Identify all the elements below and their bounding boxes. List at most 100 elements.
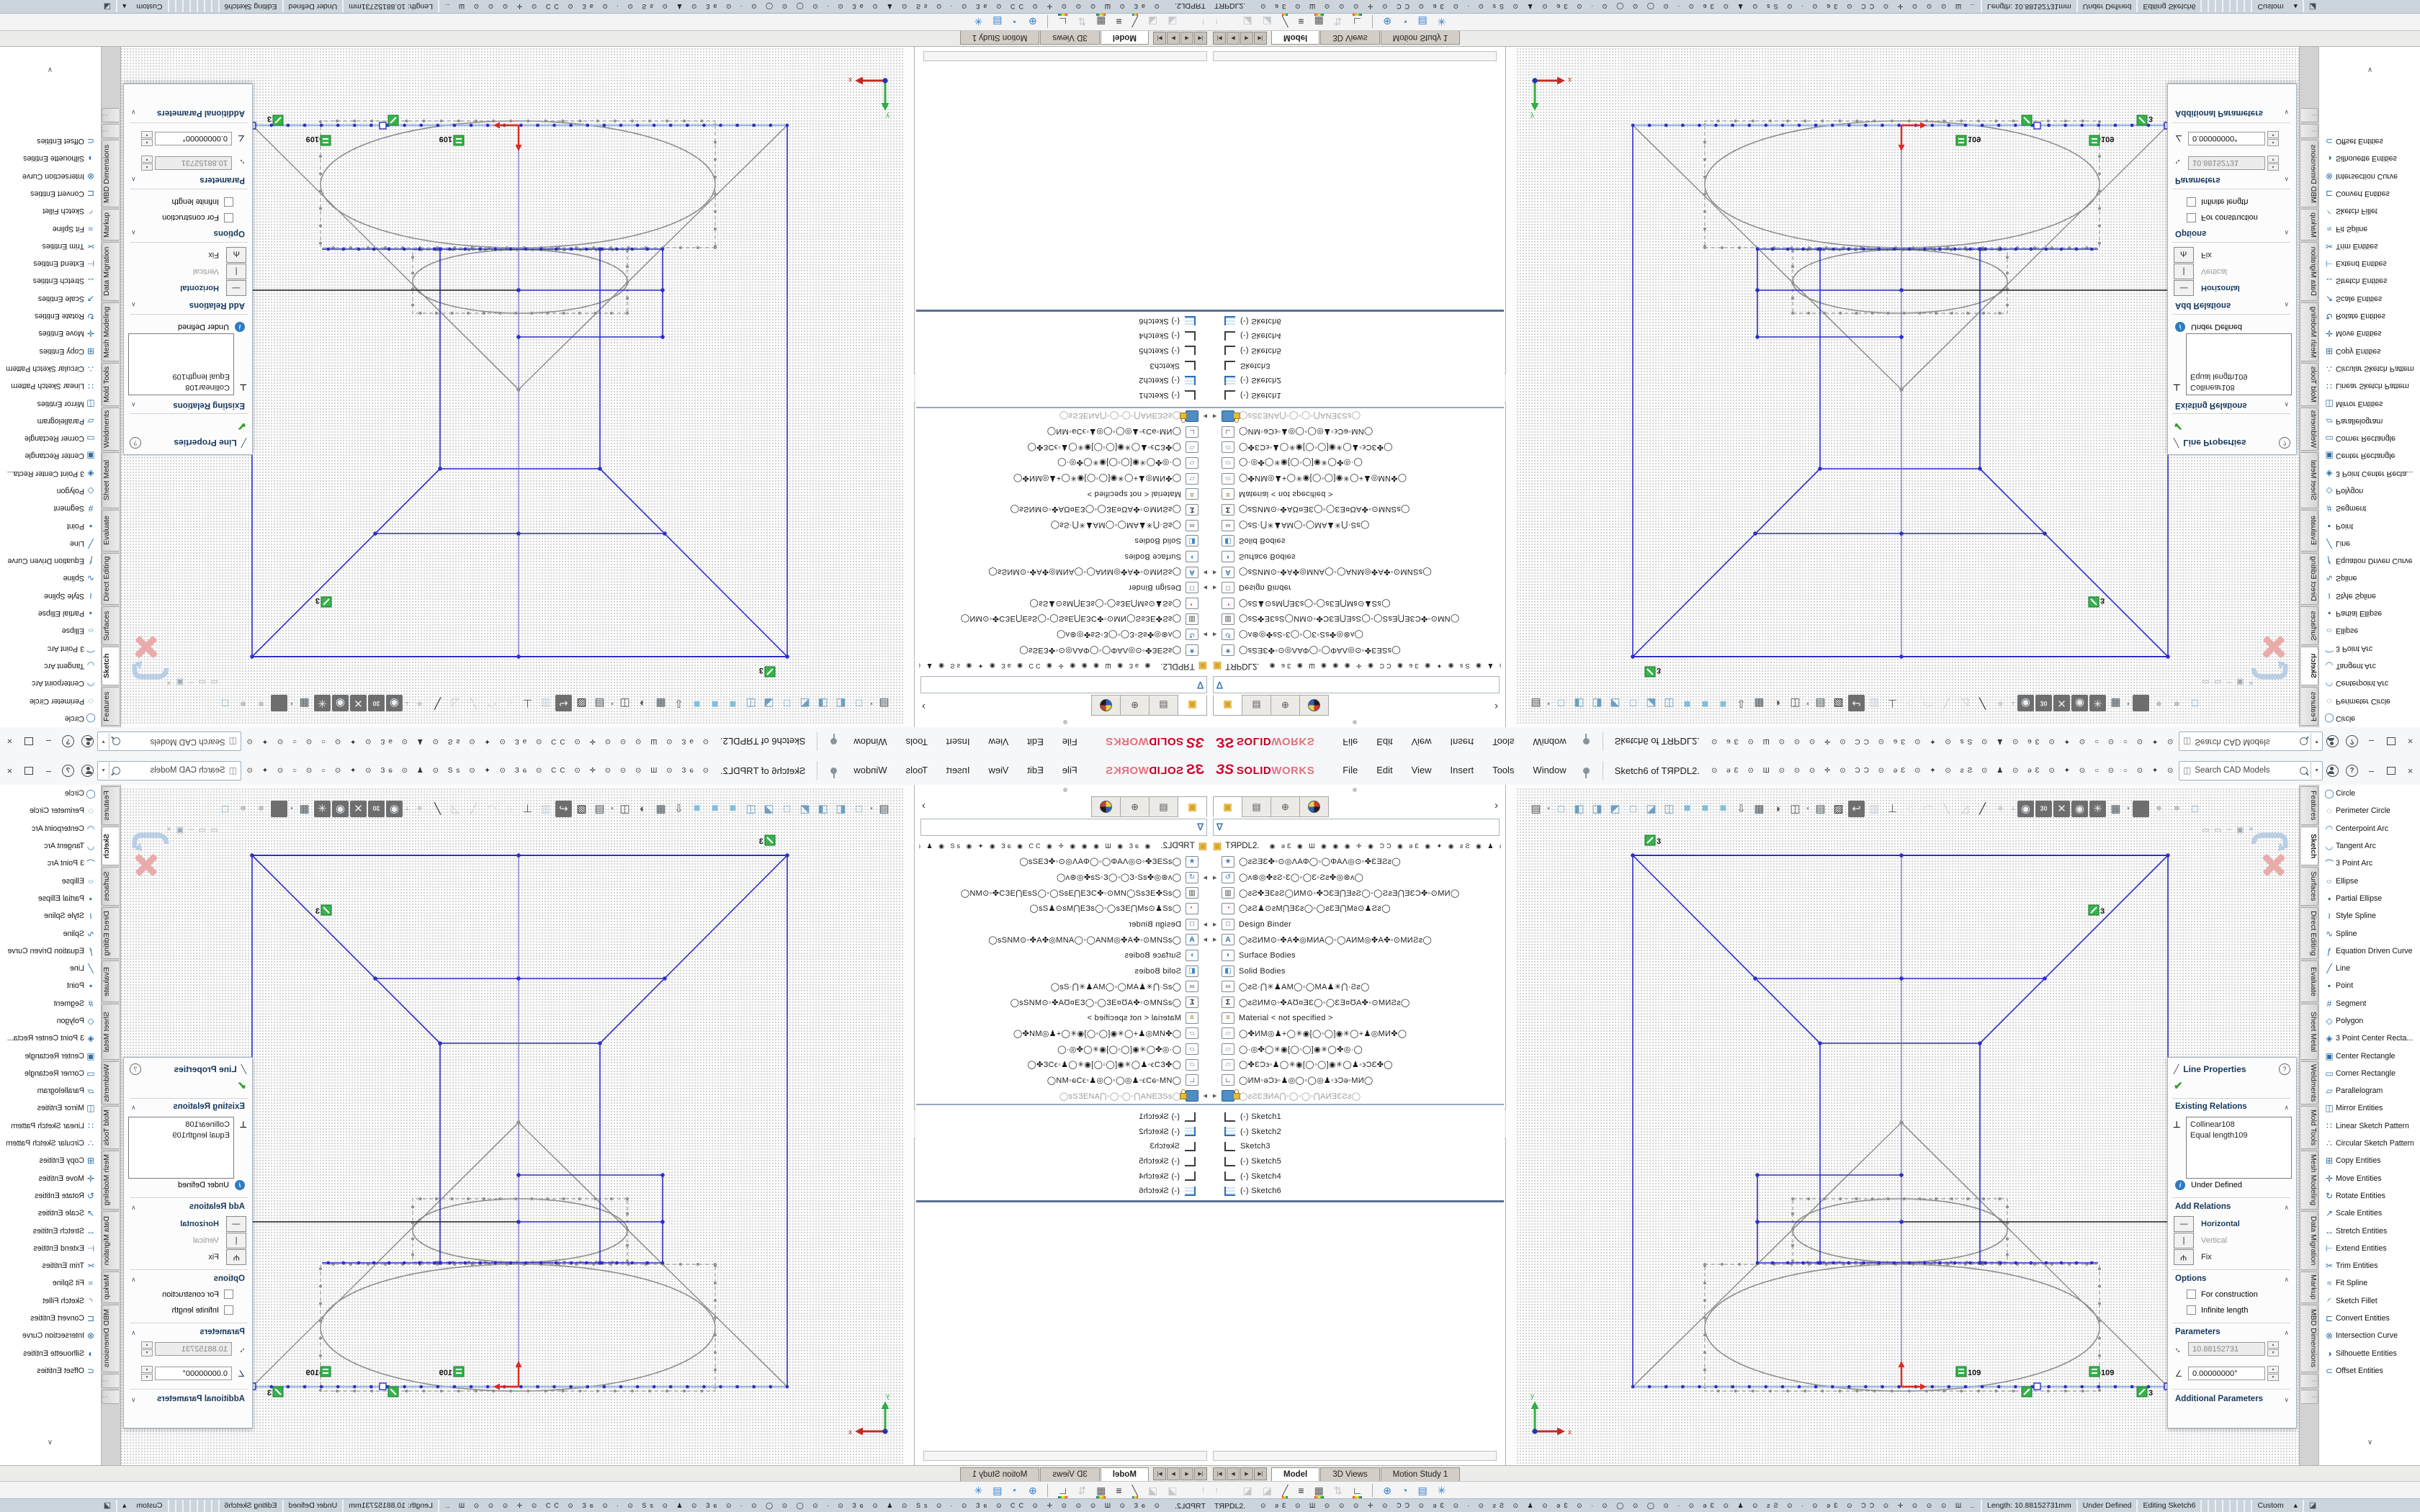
relations-listbox[interactable]: Collinear108 Equal length109 [128, 333, 234, 395]
motion-toolbar-icon[interactable]: ✳ [974, 16, 983, 29]
help-icon[interactable]: ? [130, 1063, 141, 1075]
tool-item[interactable]: # Segment [2319, 500, 2420, 517]
tool-item[interactable]: ◈ 3 Point Center Recta... [2319, 1030, 2420, 1047]
sketch-row[interactable]: (-) Sketch5 [916, 1154, 1210, 1169]
commandmanager-tab[interactable]: Mold Tools [2301, 1106, 2318, 1149]
tree-filter-box[interactable]: ∇ [920, 676, 1207, 693]
tab-configurationmanager[interactable]: ⊕ [1120, 796, 1150, 817]
tool-item[interactable]: ◫ Mirror Entities [2319, 395, 2420, 412]
tree-row[interactable]: Σ ◯ƨƧИМ⊙◦✤ΑƱ¤ƎƐ◯◦◯ƐƎ¤ƱΑ✤◦⊙МИƧƨ◯ [1210, 994, 1504, 1010]
tree-row[interactable]: ▶ ↺ ◯ʌ⊛◎✤ƨƧ◦Ɛ◯◦◯Ɛ◦Ƨƨ✤◎⊛ʌ◯ [916, 870, 1210, 886]
tree-horizontal-scrollbar[interactable] [1213, 51, 1497, 61]
commandmanager-tab[interactable]: Evaluate [102, 960, 119, 1002]
tab-propertymanager[interactable]: ▤ [1149, 695, 1178, 716]
tree-row[interactable]: ◧ Solid Bodies [916, 534, 1210, 549]
minimize-button[interactable]: – [39, 732, 58, 752]
tool-item[interactable]: ▱ Parallelogram [2319, 413, 2420, 430]
tool-item[interactable]: ◑ Silhouette Entities [2319, 1345, 2420, 1362]
tool-item[interactable]: ✂ Trim Entities [0, 1257, 101, 1274]
tree-row[interactable]: ∞ ◯ƨƧ·⋂✳♟ΑМ◯◦◯МΑ♟✳⋂·Ƨƨ◯ [1210, 979, 1504, 995]
rollback-bar[interactable] [1210, 1200, 1504, 1202]
tool-item[interactable]: ƒ Equation Driven Curve [2319, 552, 2420, 570]
tree-row[interactable]: ≡ Material < not specified > [916, 1010, 1210, 1026]
motion-toolbar-icon[interactable]: ╱ [1282, 16, 1288, 29]
tool-item[interactable]: ◡ Tangent Arc [0, 657, 101, 675]
tree-row[interactable]: ▶ □ Design Binder [1210, 917, 1504, 932]
existing-relations-header[interactable]: Existing Relations [173, 1102, 245, 1111]
more-tools-chevron[interactable]: ∨ [2319, 67, 2420, 72]
relations-listbox[interactable]: Collinear108 Equal length109 [2186, 1117, 2292, 1179]
vertical-relation-button[interactable]: | [2174, 264, 2194, 279]
ok-checkmark-icon[interactable]: ✔ [237, 1079, 246, 1092]
motion-toolbar-icon[interactable]: ⊕ [1028, 1484, 1037, 1497]
motion-toolbar-icon[interactable] [1372, 1484, 1373, 1497]
tree-row[interactable]: ▱ ◯✤ƐƆ϶◦♟◯✳◉[◯◦◯]◉✳◯♟◦϶ƆƐ✤◯ [916, 439, 1210, 455]
tool-item[interactable]: ⊂ Offset Entities [0, 132, 101, 150]
commandmanager-tab[interactable]: Markup [102, 209, 119, 240]
tree-row[interactable]: ▥ ◯ƨƧ✤ƎƐƨƧ◯ИМ⊙◦✤ƆƐƎ⋂ƎƨƧ◯◦◯ƧƨƎ⋂ƎƐƆ✤◦⊙МИ◯ [1210, 611, 1504, 627]
tree-row[interactable]: ◧ Solid Bodies [1210, 534, 1504, 549]
tool-item[interactable]: ◖ Partial Ellipse [2319, 605, 2420, 622]
tab-displaymanager[interactable] [1299, 796, 1329, 817]
relations-listbox[interactable]: Collinear108 Equal length109 [128, 1117, 234, 1179]
menu-item[interactable]: Insert [937, 756, 980, 785]
tool-item[interactable]: ≈ Fit Spline [0, 220, 101, 237]
tree-row[interactable]: ◧ Solid Bodies [1210, 963, 1504, 979]
search-dropdown-icon[interactable]: ▼ [98, 762, 109, 779]
motion-toolbar-icon[interactable]: ⇅ [1334, 16, 1343, 29]
motion-toolbar-icon[interactable]: ≡ [1116, 1484, 1121, 1497]
tool-item[interactable]: ↔ Stretch Entities [2319, 1222, 2420, 1239]
sketch-row[interactable]: (-) Sketch5 [1210, 343, 1504, 359]
menu-item[interactable]: Window [1523, 727, 1575, 756]
close-button[interactable]: × [2401, 732, 2420, 752]
commandmanager-tab[interactable]: ⋮ [102, 1374, 119, 1388]
tool-item[interactable]: ⊞ Copy Entities [2319, 342, 2420, 359]
motion-toolbar-icon[interactable]: ▦ [1314, 16, 1324, 29]
tree-row[interactable]: ▶ ◯ƨƧƐƎИΑ⋂◦◯◦◯◦⋂ΑИƎƐƧƨ◯ [1210, 1088, 1504, 1104]
expand-icon[interactable]: ▶ [1213, 631, 1222, 637]
tool-item[interactable]: ▭ Corner Rectangle [2319, 1065, 2420, 1082]
tool-item[interactable]: ◈ 3 Point Center Recta... [0, 465, 101, 482]
tool-item[interactable]: ⊏ Convert Entities [2319, 185, 2420, 202]
search-input[interactable]: Search CAD Models [123, 766, 225, 775]
search-box[interactable]: ◫ Search CAD Models ▼ [97, 761, 241, 780]
view-tab[interactable]: Model [1271, 1467, 1319, 1482]
units-dropdown-arrow[interactable]: ▴ [2294, 0, 2298, 12]
tool-item[interactable]: ≀ Style Spline [0, 588, 101, 605]
tool-item[interactable]: ✂ Trim Entities [2319, 238, 2420, 255]
tool-item[interactable]: ◇ Polygon [2319, 1012, 2420, 1030]
tab-featuremanager[interactable]: ▣ [1178, 695, 1207, 716]
more-tools-chevron[interactable]: ∨ [0, 67, 101, 72]
tool-item[interactable]: ✂ Trim Entities [0, 238, 101, 255]
vertical-relation-button[interactable]: | [2174, 1233, 2194, 1248]
tree-row[interactable]: ▱ ◯·◎✤◯✳◉[◯◦◯]◉✳◯✤◎·◯ [1210, 455, 1504, 471]
motion-toolbar-icon[interactable]: ◪ [1263, 16, 1272, 29]
options-header[interactable]: Options [2175, 1274, 2206, 1283]
tool-item[interactable]: ▣ Center Rectangle [2319, 447, 2420, 464]
tool-item[interactable]: ◇ Polygon [2319, 482, 2420, 500]
menu-item[interactable]: Tools [1483, 727, 1523, 756]
view-tab[interactable]: 3D Views [1040, 30, 1099, 45]
tree-row[interactable]: ◧ Solid Bodies [916, 963, 1210, 979]
commandmanager-tab[interactable]: Mesh Modeling [2301, 1151, 2318, 1210]
length-parameter-field[interactable]: 10.88152731 [155, 156, 232, 170]
tool-item[interactable]: ↻ Rotate Entities [0, 1187, 101, 1205]
commandmanager-tab[interactable]: Markup [2301, 1272, 2318, 1303]
tree-horizontal-scrollbar[interactable] [1213, 1451, 1497, 1461]
commandmanager-tab[interactable]: MBD Dimensions [2301, 140, 2318, 207]
commandmanager-tab[interactable]: Mold Tools [102, 363, 119, 406]
help-icon[interactable]: ? [2279, 437, 2290, 449]
tool-item[interactable]: ↻ Rotate Entities [2319, 1187, 2420, 1205]
motion-toolbar-icon[interactable]: ◪ [1243, 16, 1252, 29]
commandmanager-tab[interactable]: MBD Dimensions [102, 140, 119, 207]
commandmanager-tab[interactable]: ⋮ [2301, 108, 2318, 122]
tool-item[interactable]: ▪ Point [2319, 517, 2420, 534]
expand-icon[interactable]: ▶ [1213, 413, 1222, 419]
toolbar-grip[interactable]: ⁞ [1216, 1487, 1217, 1494]
sketch-row[interactable]: (-) Sketch2 [916, 373, 1210, 388]
motion-toolbar-icon[interactable]: ⇅ [1334, 1484, 1343, 1497]
commandmanager-tab[interactable]: Surfaces [2301, 606, 2318, 645]
tool-item[interactable]: ▣ Center Rectangle [0, 447, 101, 464]
menu-item[interactable]: Tools [1483, 756, 1523, 785]
view-tab[interactable]: Model [1101, 30, 1149, 45]
